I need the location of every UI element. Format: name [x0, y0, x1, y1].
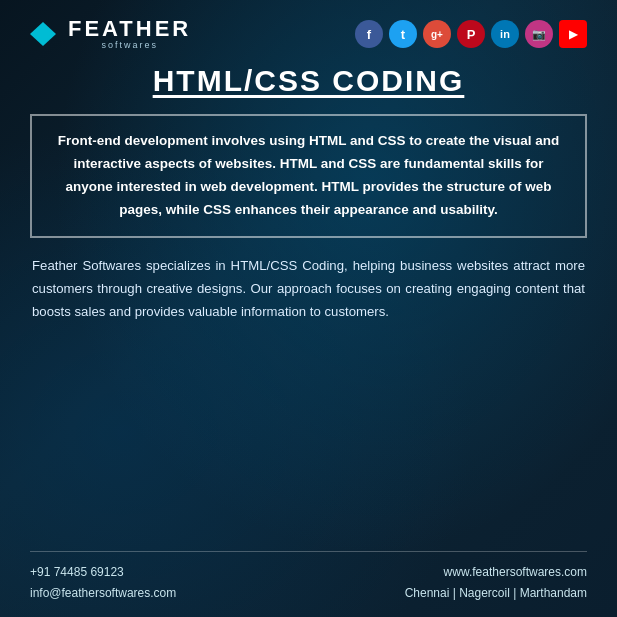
- website-url: www.feathersoftwares.com: [405, 562, 587, 582]
- youtube-icon[interactable]: ▶: [559, 20, 587, 48]
- logo-icon: [30, 22, 56, 46]
- logo-name: FEATHER: [68, 18, 191, 40]
- email-address: info@feathersoftwares.com: [30, 583, 176, 603]
- description-text: Front-end development involves using HTM…: [50, 130, 567, 222]
- logo: FEATHER softwares: [30, 18, 191, 50]
- linkedin-icon[interactable]: in: [491, 20, 519, 48]
- footer-right: www.feathersoftwares.com Chennai | Nager…: [405, 562, 587, 603]
- facebook-icon[interactable]: f: [355, 20, 383, 48]
- description-box: Front-end development involves using HTM…: [30, 114, 587, 238]
- footer-left: +91 74485 69123 info@feathersoftwares.co…: [30, 562, 176, 603]
- header: FEATHER softwares f t g+ P in 📷 ▶: [30, 18, 587, 50]
- chevron-right-icon: [43, 22, 56, 46]
- logo-text: FEATHER softwares: [68, 18, 191, 50]
- main-title: HTML/CSS CODING: [30, 64, 587, 98]
- main-container: FEATHER softwares f t g+ P in 📷 ▶ HTML/C…: [0, 0, 617, 617]
- locations: Chennai | Nagercoil | Marthandam: [405, 583, 587, 603]
- google-plus-icon[interactable]: g+: [423, 20, 451, 48]
- logo-sub: softwares: [68, 40, 191, 50]
- twitter-icon[interactable]: t: [389, 20, 417, 48]
- second-paragraph: Feather Softwares specializes in HTML/CS…: [30, 254, 587, 323]
- instagram-icon[interactable]: 📷: [525, 20, 553, 48]
- social-icons: f t g+ P in 📷 ▶: [355, 20, 587, 48]
- chevron-left-icon: [30, 22, 43, 46]
- pinterest-icon[interactable]: P: [457, 20, 485, 48]
- footer: +91 74485 69123 info@feathersoftwares.co…: [30, 551, 587, 603]
- phone-number: +91 74485 69123: [30, 562, 176, 582]
